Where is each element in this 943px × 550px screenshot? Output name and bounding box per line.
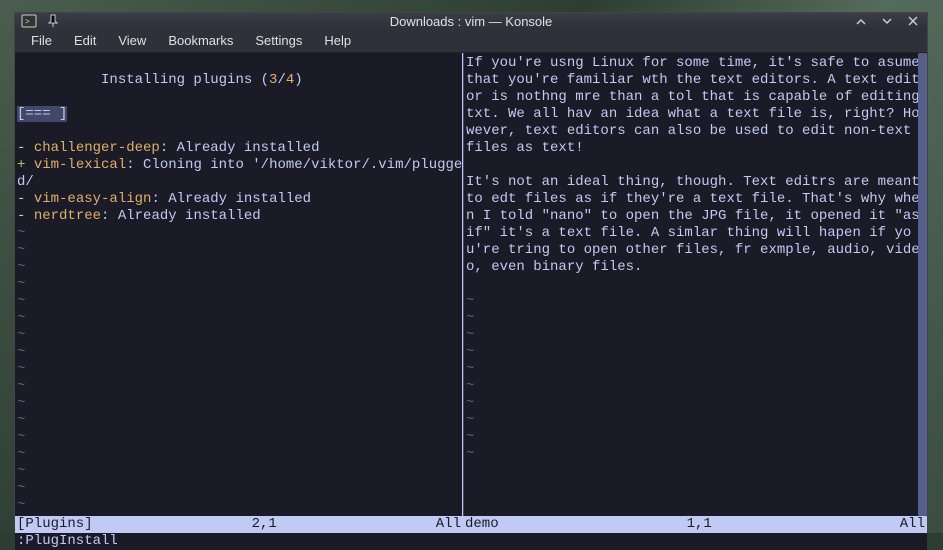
scrollbar-thumb[interactable] — [918, 53, 927, 516]
vim-tilde: ~ — [17, 463, 463, 480]
vim-tilde: ~ — [466, 395, 925, 412]
vim-tilde: ~ — [17, 446, 463, 463]
plugin-status: Already installed — [118, 208, 261, 224]
menu-view[interactable]: View — [108, 29, 156, 52]
plugin-status: Already installed — [168, 191, 311, 207]
status-cursor-pos: 1,1 — [499, 516, 900, 533]
plugin-name: challenger-deep — [34, 140, 160, 156]
vim-right-pane[interactable]: If you're usng Linux for some time, it's… — [463, 53, 927, 516]
vim-tilde: ~ — [17, 225, 463, 242]
scrollbar[interactable] — [918, 53, 927, 516]
menu-settings[interactable]: Settings — [245, 29, 312, 52]
vim-tilde: ~ — [17, 480, 463, 497]
plugin-name: nerdtree — [34, 208, 101, 224]
vim-tilde: ~ — [17, 344, 463, 361]
menubar: File Edit View Bookmarks Settings Help — [15, 29, 927, 53]
vim-tilde: ~ — [466, 327, 925, 344]
konsole-window: > Downloads : vim — Konsole File Edit Vi… — [14, 12, 928, 521]
menu-file[interactable]: File — [21, 29, 62, 52]
vim-tilde: ~ — [466, 361, 925, 378]
progress-bar: [=== ] — [17, 106, 67, 122]
vim-tilde: ~ — [17, 378, 463, 395]
vim-tilde: ~ — [466, 378, 925, 395]
install-total: 4 — [286, 72, 294, 88]
install-suffix: ) — [294, 72, 302, 88]
status-buffer-name: demo — [465, 516, 499, 533]
vim-tilde: ~ — [466, 310, 925, 327]
vim-tilde: ~ — [17, 259, 463, 276]
close-button[interactable] — [905, 13, 921, 29]
vim-left-pane[interactable]: Installing plugins (3/4) [=== ] - challe… — [15, 53, 463, 516]
vim-statusline: [Plugins] 2,1 All demo 1,1 All — [15, 516, 927, 533]
status-percent: All — [900, 516, 925, 533]
vim-tilde: ~ — [466, 344, 925, 361]
status-buffer-name: [Plugins] — [17, 516, 93, 533]
plugin-status: Already installed — [177, 140, 320, 156]
vim-tilde: ~ — [17, 361, 463, 378]
vim-tilde: ~ — [17, 412, 463, 429]
vim-tilde: ~ — [17, 395, 463, 412]
vim-tilde: ~ — [17, 327, 463, 344]
vim-tilde: ~ — [17, 310, 463, 327]
menu-bookmarks[interactable]: Bookmarks — [158, 29, 243, 52]
status-percent: All — [436, 516, 461, 533]
install-prefix: Installing plugins ( — [101, 72, 269, 88]
status-cursor-pos: 2,1 — [93, 516, 436, 533]
vim-tilde: ~ — [17, 429, 463, 446]
vim-tilde: ~ — [466, 429, 925, 446]
plugin-name: vim-lexical — [34, 157, 126, 173]
vim-tilde: ~ — [466, 293, 925, 310]
plugin-name: vim-easy-align — [34, 191, 152, 207]
minimize-button[interactable] — [853, 13, 869, 29]
vim-tilde: ~ — [466, 446, 925, 463]
text-paragraph: It's not an ideal thing, though. Text ed… — [466, 174, 925, 276]
vim-tilde: ~ — [17, 242, 463, 259]
svg-text:>: > — [25, 17, 30, 26]
window-title: Downloads : vim — Konsole — [15, 14, 927, 29]
vim-tilde: ~ — [17, 276, 463, 293]
titlebar[interactable]: > Downloads : vim — Konsole — [15, 13, 927, 29]
vim-tilde: ~ — [17, 497, 463, 514]
terminal-area[interactable]: Installing plugins (3/4) [=== ] - challe… — [15, 53, 927, 550]
maximize-button[interactable] — [879, 13, 895, 29]
install-slash: / — [277, 72, 285, 88]
pin-icon[interactable] — [45, 13, 61, 29]
vim-command-line[interactable]: :PlugInstall — [15, 533, 927, 550]
text-paragraph: If you're usng Linux for some time, it's… — [466, 55, 925, 157]
app-icon: > — [21, 13, 37, 29]
menu-help[interactable]: Help — [314, 29, 361, 52]
vim-tilde: ~ — [466, 412, 925, 429]
vim-tilde: ~ — [17, 293, 463, 310]
menu-edit[interactable]: Edit — [64, 29, 106, 52]
